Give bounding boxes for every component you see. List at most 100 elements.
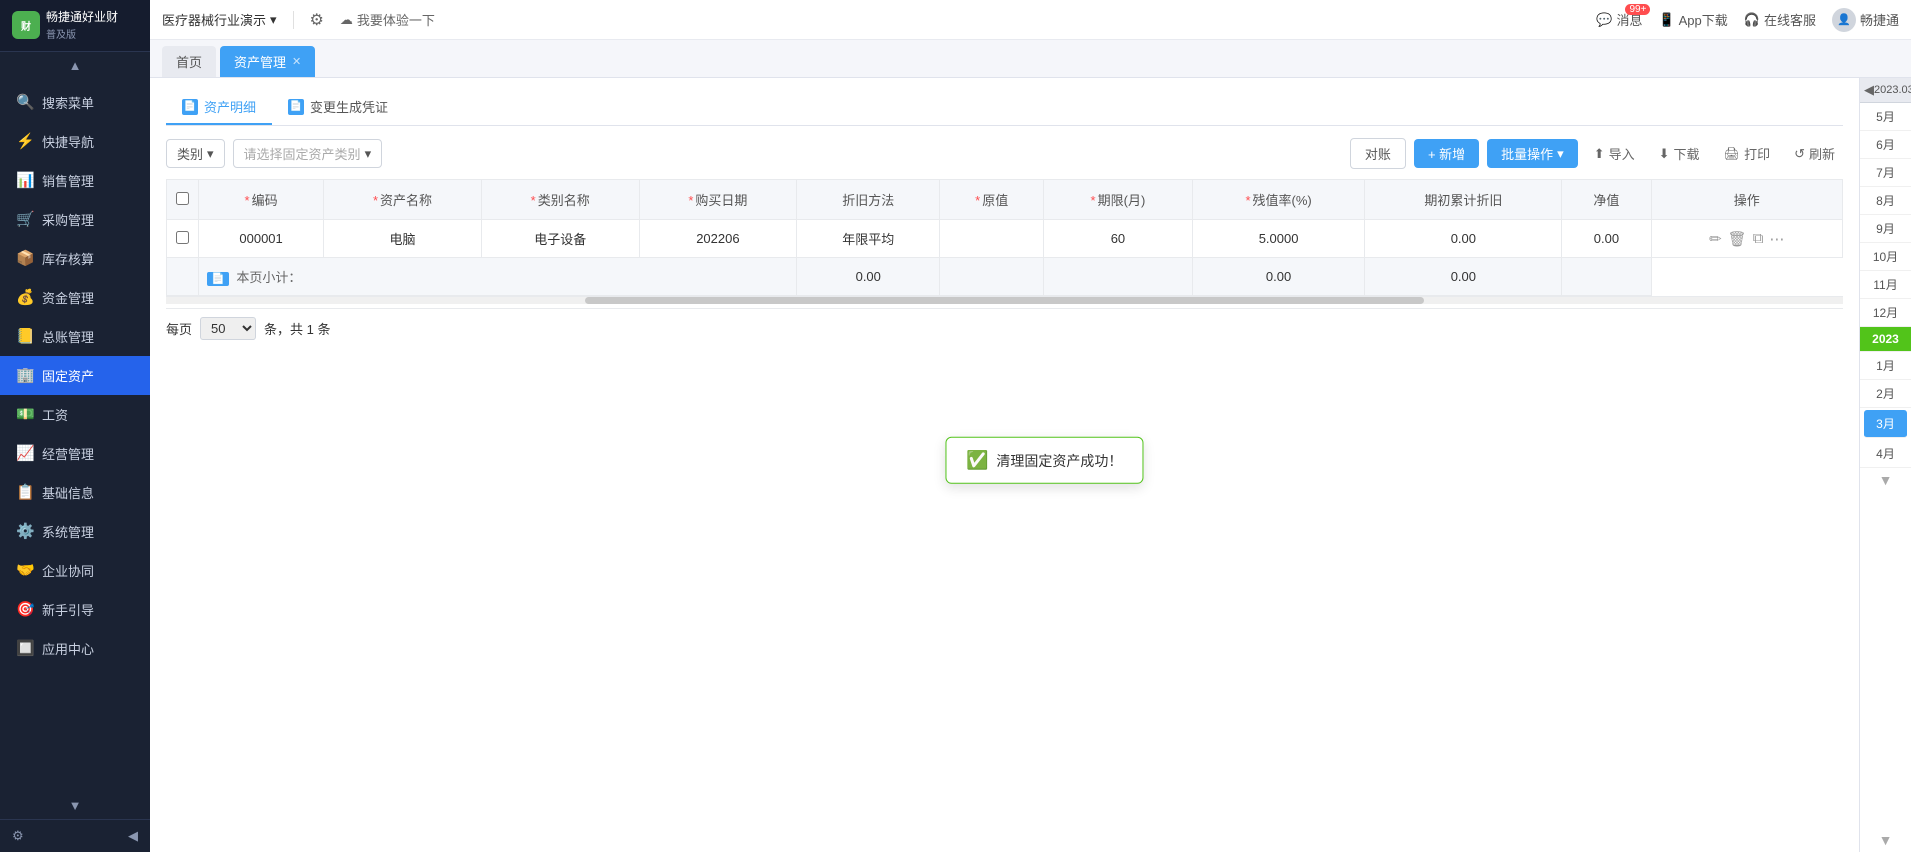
subtotal-net: 0.00: [1365, 258, 1562, 296]
horizontal-scrollbar[interactable]: [166, 296, 1843, 304]
sidebar-label-payroll: 工资: [42, 405, 68, 424]
tab-close-asset-mgmt[interactable]: ✕: [292, 55, 301, 68]
batch-btn[interactable]: 批量操作 ▾: [1487, 139, 1578, 168]
sidebar-label-system: 系统管理: [42, 522, 94, 541]
col-initial: 期初累计折旧: [1365, 180, 1562, 220]
sidebar-item-purchase[interactable]: 🛒采购管理: [0, 200, 150, 239]
sidebar-scroll-down[interactable]: ▼: [0, 792, 150, 819]
topbar-right: 💬 消息 99+ 📱 App下载 🎧 在线客服 👤 畅捷通: [1596, 8, 1899, 32]
sidebar-label-appstore: 应用中心: [42, 639, 94, 658]
col-code: *编码: [199, 180, 324, 220]
category-placeholder: 请选择固定资产类别: [244, 144, 361, 163]
sidebar-bottom: ⚙ ◀: [0, 819, 150, 852]
sub-tab-label-asset-detail: 资产明细: [204, 97, 256, 116]
cal-month-2023-3月[interactable]: 3月: [1864, 410, 1907, 438]
collapse-icon[interactable]: ◀: [128, 828, 138, 844]
reconcile-btn[interactable]: 对账: [1350, 138, 1406, 169]
logo-sub: 普及版: [46, 26, 118, 41]
col-residual: *残值率(%): [1192, 180, 1365, 220]
cal-month-2022-7月[interactable]: 7月: [1860, 159, 1911, 187]
sidebar-item-fixed[interactable]: 🏢固定资产: [0, 356, 150, 395]
experience-btn[interactable]: ☁ 我要体验一下: [340, 10, 435, 29]
copy-icon-0[interactable]: ⧉: [1753, 230, 1764, 247]
import-btn[interactable]: ⬆ 导入: [1586, 139, 1643, 168]
sidebar-item-payroll[interactable]: 💵工资: [0, 395, 150, 434]
scrollbar-thumb: [585, 297, 1424, 304]
sub-tab-icon-change-voucher: 📄: [288, 99, 304, 115]
toolbar: 类别 ▾ 请选择固定资产类别 ▾ 对账 + 新增 批量操作 ▾: [166, 138, 1843, 169]
sidebar-item-quicknav[interactable]: ⚡快捷导航: [0, 122, 150, 161]
sidebar-label-inventory: 库存核算: [42, 249, 94, 268]
sidebar-item-operations[interactable]: 📈经营管理: [0, 434, 150, 473]
cal-month-2022-10月[interactable]: 10月: [1860, 243, 1911, 271]
tab-asset-mgmt[interactable]: 资产管理✕: [220, 46, 315, 77]
logo-icon: 财: [12, 11, 40, 39]
cal-month-2022-9月[interactable]: 9月: [1860, 215, 1911, 243]
online-service-btn[interactable]: 🎧 在线客服: [1744, 10, 1816, 29]
print-btn[interactable]: 🖨 打印: [1716, 139, 1779, 168]
user-menu[interactable]: 👤 畅捷通: [1832, 8, 1899, 32]
cal-month-2023-2月[interactable]: 2月: [1860, 380, 1911, 408]
sub-tab-change-voucher[interactable]: 📄变更生成凭证: [272, 90, 404, 125]
col-actions: 操作: [1651, 180, 1843, 220]
row-checkbox-0[interactable]: [176, 231, 189, 244]
sidebar-item-sales[interactable]: 📊销售管理: [0, 161, 150, 200]
sidebar-item-system[interactable]: ⚙️系统管理: [0, 512, 150, 551]
sub-tab-asset-detail[interactable]: 📄资产明细: [166, 90, 272, 125]
cal-month-2023-1月[interactable]: 1月: [1860, 352, 1911, 380]
col-netvalue: 净值: [1562, 180, 1651, 220]
message-icon: 💬: [1596, 12, 1612, 28]
delete-icon-0[interactable]: 🗑: [1728, 230, 1747, 248]
main-wrapper: 医疗器械行业演示 ▾ ⚙ ☁ 我要体验一下 💬 消息 99+ 📱 App下载 🎧…: [150, 0, 1911, 852]
category-label: 类别: [177, 144, 203, 163]
col-category: *类别名称: [481, 180, 639, 220]
per-page-select[interactable]: 50 100 200: [200, 317, 256, 340]
col-name: *资产名称: [324, 180, 482, 220]
refresh-icon: ↺: [1794, 146, 1805, 162]
user-avatar: 👤: [1832, 8, 1856, 32]
cal-month-2022-5月[interactable]: 5月: [1860, 103, 1911, 131]
col-depreciation: 折旧方法: [797, 180, 940, 220]
subtotal-period: [940, 258, 1044, 296]
sidebar-item-search[interactable]: 🔍搜索菜单: [0, 83, 150, 122]
appstore-icon: 🔲: [16, 639, 34, 657]
right-panel-year: 2023.03: [1874, 84, 1911, 96]
cal-month-2023-4月[interactable]: 4月: [1860, 440, 1911, 468]
sidebar-item-basicinfo[interactable]: 📋基础信息: [0, 473, 150, 512]
category-filter[interactable]: 类别 ▾: [166, 139, 225, 168]
download-btn[interactable]: ⬇ 下载: [1651, 139, 1708, 168]
refresh-btn[interactable]: ↺ 刷新: [1786, 139, 1843, 168]
settings-icon[interactable]: ⚙: [12, 828, 24, 844]
table-row: 000001 电脑 电子设备 202206 年限平均 60 5.0000 0.0…: [167, 220, 1843, 258]
sidebar-item-finance[interactable]: 💰资金管理: [0, 278, 150, 317]
cal-month-2022-11月[interactable]: 11月: [1860, 271, 1911, 299]
new-btn[interactable]: + 新增: [1414, 139, 1479, 168]
sidebar-item-inventory[interactable]: 📦库存核算: [0, 239, 150, 278]
cal-down-btn[interactable]: ▼: [1860, 468, 1911, 492]
edit-icon-0[interactable]: ✏: [1709, 230, 1722, 248]
expand-icon[interactable]: ◀: [1864, 82, 1874, 98]
cal-month-2022-12月[interactable]: 12月: [1860, 299, 1911, 327]
topbar-settings-icon[interactable]: ⚙: [310, 10, 324, 30]
success-icon: ✅: [966, 450, 988, 471]
tab-home[interactable]: 首页: [162, 46, 216, 77]
toolbar-right: 对账 + 新增 批量操作 ▾ ⬆ 导入 ⬇ 下载 🖨: [1350, 138, 1843, 169]
select-all-checkbox[interactable]: [176, 192, 189, 205]
company-selector[interactable]: 医疗器械行业演示 ▾: [162, 10, 277, 29]
sidebar-label-finance: 资金管理: [42, 288, 94, 307]
sidebar-item-guide[interactable]: 🎯新手引导: [0, 590, 150, 629]
cal-month-2022-8月[interactable]: 8月: [1860, 187, 1911, 215]
messages-btn[interactable]: 💬 消息 99+: [1596, 10, 1642, 29]
more-icon-0[interactable]: ⋯: [1769, 230, 1784, 248]
sidebar-scroll-up[interactable]: ▲: [0, 52, 150, 79]
calendar-down-nav[interactable]: ▼: [1875, 828, 1897, 852]
search-icon: 🔍: [16, 93, 34, 111]
cal-month-2022-6月[interactable]: 6月: [1860, 131, 1911, 159]
category-value-filter[interactable]: 请选择固定资产类别 ▾: [233, 139, 383, 168]
sidebar-item-ledger[interactable]: 📒总账管理: [0, 317, 150, 356]
sidebar-item-enterprise[interactable]: 🤝企业协同: [0, 551, 150, 590]
cell-original-0: [940, 220, 1044, 258]
app-download-btn[interactable]: 📱 App下载: [1658, 10, 1727, 29]
content-area: 📄资产明细📄变更生成凭证 类别 ▾ 请选择固定资产类别 ▾ 对账 + 新增: [150, 78, 1911, 852]
sidebar-item-appstore[interactable]: 🔲 应用中心: [0, 629, 150, 668]
